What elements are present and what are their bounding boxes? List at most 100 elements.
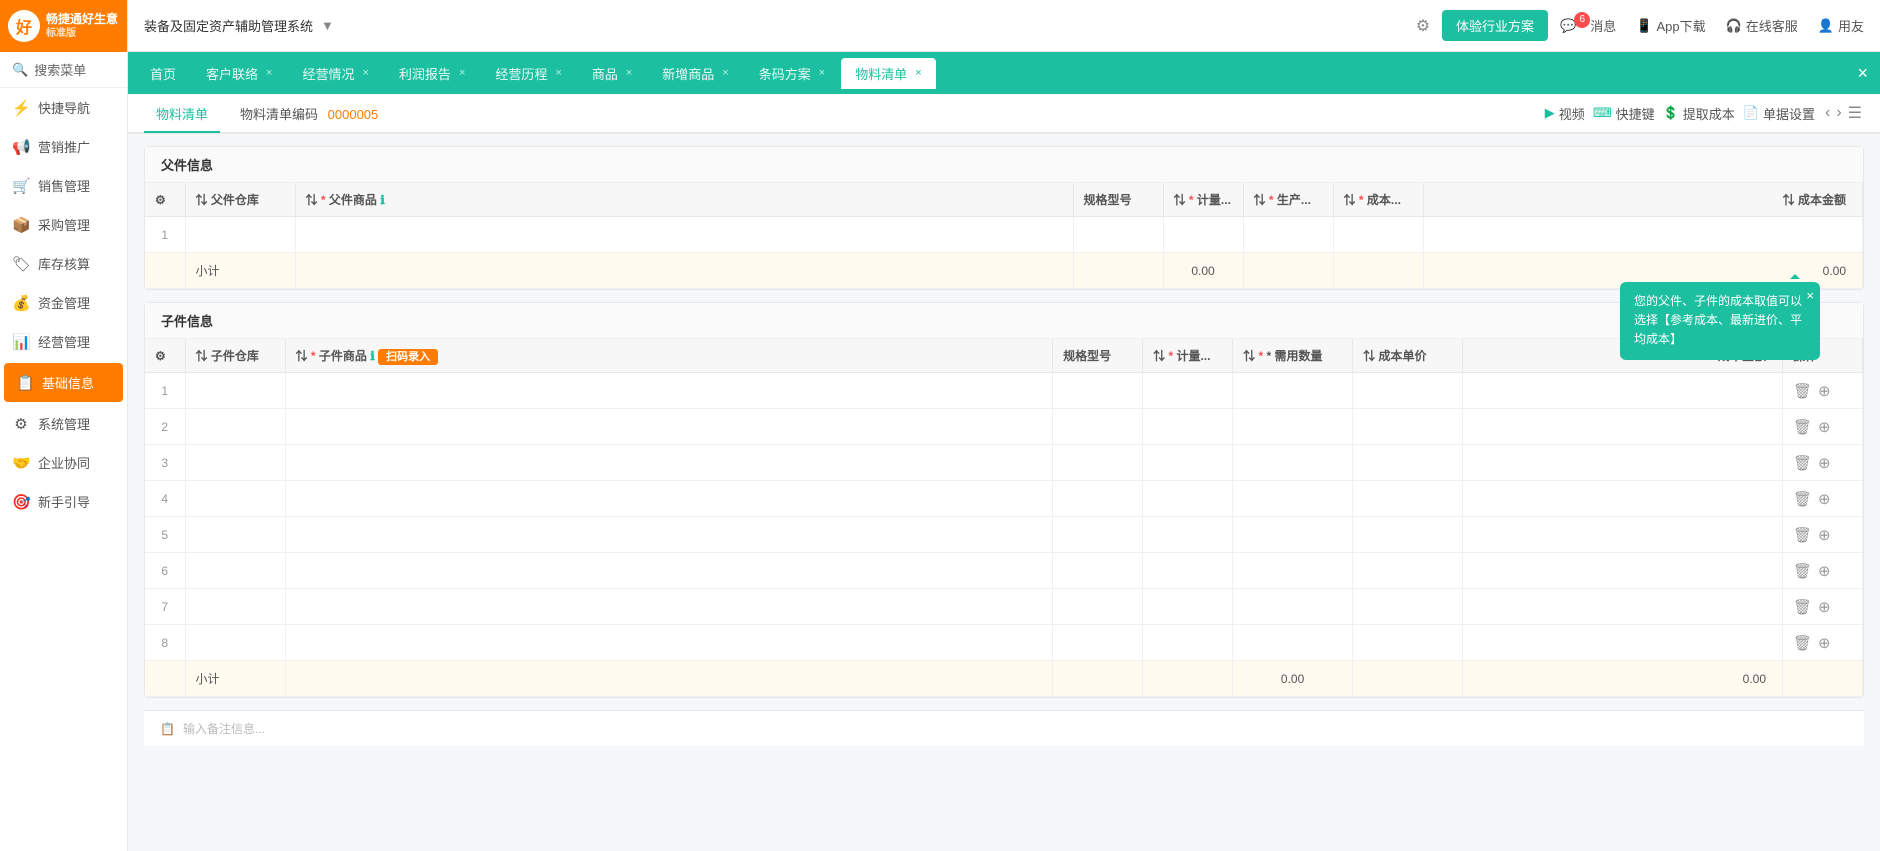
child-product-cell-1[interactable] [285,373,1053,409]
parent-product-cell[interactable] [295,217,1073,253]
child-product-cell-4[interactable] [285,481,1053,517]
prev-arrow-icon[interactable]: ‹ [1823,104,1832,122]
delete-icon[interactable]: 🗑 [1793,454,1812,472]
sidebar-item-system[interactable]: ⚙ 系统管理 [0,404,127,443]
delete-icon[interactable]: 🗑 [1793,382,1812,400]
sub-tab-bom-list[interactable]: 物料清单 [144,96,220,133]
child-product-cell-5[interactable] [285,517,1053,553]
copy-icon[interactable]: ⊕ [1818,418,1831,436]
view-video-button[interactable]: ▶ 视频 [1545,104,1585,123]
settings-icon[interactable]: ⚙ [155,193,166,207]
tab-new-product[interactable]: 新增商品 × [648,58,742,89]
delete-icon[interactable]: 🗑 [1793,526,1812,544]
delete-icon[interactable]: 🗑 [1793,598,1812,616]
child-product-cell-3[interactable] [285,445,1053,481]
copy-icon[interactable]: ⊕ [1818,634,1831,652]
child-product-cell-7[interactable] [285,589,1053,625]
child-warehouse-cell-8[interactable] [185,625,285,661]
tab-home[interactable]: 首页 [136,58,190,89]
child-unit-cell-3[interactable] [1143,445,1233,481]
online-service-button[interactable]: 🎧 在线客服 [1726,16,1798,35]
child-warehouse-cell-5[interactable] [185,517,285,553]
next-arrow-icon[interactable]: › [1834,104,1843,122]
sub-tab-bom-code[interactable]: 物料清单编码 0000005 [228,96,390,133]
sidebar-item-finance[interactable]: 💰 资金管理 [0,283,127,322]
copy-icon[interactable]: ⊕ [1818,454,1831,472]
user-menu[interactable]: 👤 用友 [1818,16,1864,35]
extract-cost-button[interactable]: 💲 提取成本 [1663,104,1735,123]
delete-icon[interactable]: 🗑 [1793,634,1812,652]
tab-history[interactable]: 经营历程 × [481,58,575,89]
child-warehouse-cell-1[interactable] [185,373,285,409]
child-warehouse-cell-6[interactable] [185,553,285,589]
delete-icon[interactable]: 🗑 [1793,490,1812,508]
child-qty-cell-2[interactable] [1233,409,1353,445]
child-settings-icon[interactable]: ⚙ [155,349,166,363]
tooltip-close-button[interactable]: × [1806,286,1814,307]
child-qty-cell-1[interactable] [1233,373,1353,409]
tab-profit[interactable]: 利润报告 × [385,58,479,89]
child-warehouse-cell-3[interactable] [185,445,285,481]
child-unit-cell-5[interactable] [1143,517,1233,553]
child-warehouse-cell-4[interactable] [185,481,285,517]
sidebar-item-guide[interactable]: 🎯 新手引导 [0,482,127,521]
child-qty-cell-7[interactable] [1233,589,1353,625]
parent-cost-cell[interactable] [1333,217,1423,253]
sidebar-item-quick-nav[interactable]: ⚡ 快捷导航 [0,88,127,127]
sidebar-item-enterprise[interactable]: 🤝 企业协同 [0,443,127,482]
sidebar-item-marketing[interactable]: 📢 营销推广 [0,127,127,166]
tab-history-close[interactable]: × [555,67,561,79]
trial-button[interactable]: 体验行业方案 [1442,10,1548,41]
child-unit-cell-2[interactable] [1143,409,1233,445]
settings-gear-icon[interactable]: ⚙ [1416,16,1430,36]
scan-button[interactable]: 扫码录入 [378,349,438,365]
child-product-cell-6[interactable] [285,553,1053,589]
child-unit-cell-6[interactable] [1143,553,1233,589]
tab-barcode[interactable]: 条码方案 × [745,58,839,89]
parent-unit-cell[interactable] [1163,217,1243,253]
tab-customer[interactable]: 客户联络 × [192,58,286,89]
copy-icon[interactable]: ⊕ [1818,562,1831,580]
list-view-icon[interactable]: ☰ [1846,103,1864,123]
copy-icon[interactable]: ⊕ [1818,598,1831,616]
copy-icon[interactable]: ⊕ [1818,526,1831,544]
tab-products-close[interactable]: × [626,67,632,79]
messages-button[interactable]: 💬 6 消息 [1560,16,1616,35]
copy-icon[interactable]: ⊕ [1818,490,1831,508]
sidebar-item-sales[interactable]: 🛒 销售管理 [0,166,127,205]
child-qty-cell-6[interactable] [1233,553,1353,589]
tab-profit-close[interactable]: × [459,67,465,79]
note-hint[interactable]: 输入备注信息... [183,720,265,737]
sidebar-item-operations[interactable]: 📊 经营管理 [0,322,127,361]
child-unit-cell-4[interactable] [1143,481,1233,517]
child-qty-cell-4[interactable] [1233,481,1353,517]
tab-bom-close[interactable]: × [915,67,921,79]
parent-warehouse-cell[interactable] [185,217,295,253]
delete-icon[interactable]: 🗑 [1793,418,1812,436]
sidebar-item-inventory[interactable]: 🏷 库存核算 [0,244,127,283]
doc-settings-button[interactable]: 📄 单据设置 [1743,104,1815,123]
shortcut-button[interactable]: ⌨ 快捷键 [1593,104,1655,123]
search-menu[interactable]: 🔍 搜索菜单 [0,52,127,88]
child-qty-cell-3[interactable] [1233,445,1353,481]
copy-icon[interactable]: ⊕ [1818,382,1831,400]
child-warehouse-cell-7[interactable] [185,589,285,625]
sidebar-item-purchase[interactable]: 📦 采购管理 [0,205,127,244]
child-qty-cell-8[interactable] [1233,625,1353,661]
parent-produce-cell[interactable] [1243,217,1333,253]
tab-bom[interactable]: 物料清单 × [841,58,935,89]
delete-icon[interactable]: 🗑 [1793,562,1812,580]
tab-customer-close[interactable]: × [266,67,272,79]
tab-operations-close[interactable]: × [362,67,368,79]
child-unit-cell-7[interactable] [1143,589,1233,625]
child-product-cell-8[interactable] [285,625,1053,661]
child-qty-cell-5[interactable] [1233,517,1353,553]
tab-products[interactable]: 商品 × [578,58,646,89]
sidebar-item-basic-info[interactable]: 📋 基础信息 [4,363,123,402]
app-download-button[interactable]: 📱 App下载 [1636,16,1705,35]
tab-barcode-close[interactable]: × [819,67,825,79]
tab-new-product-close[interactable]: × [722,67,728,79]
child-product-cell-2[interactable] [285,409,1053,445]
child-warehouse-cell-2[interactable] [185,409,285,445]
close-all-icon[interactable]: × [1853,59,1872,88]
